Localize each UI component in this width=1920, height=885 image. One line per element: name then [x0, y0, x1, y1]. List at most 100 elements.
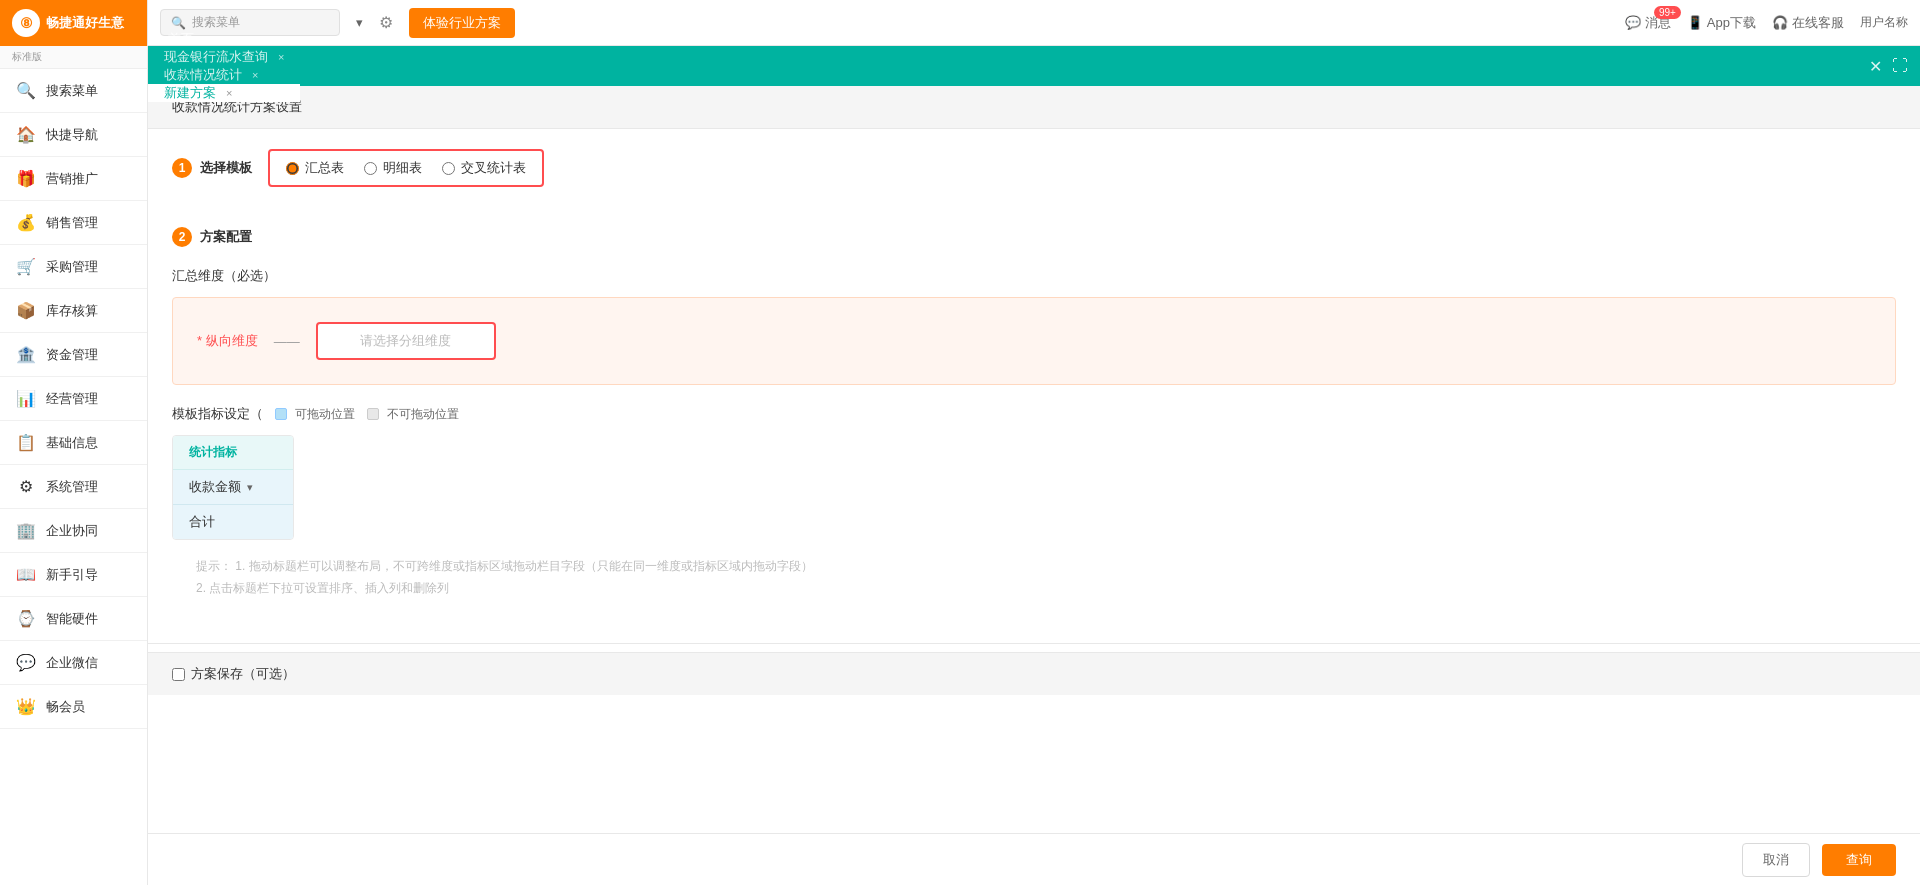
radio-summary-input[interactable] [286, 162, 299, 175]
sidebar-item-quick-nav[interactable]: 🏠快捷导航 [0, 113, 147, 157]
finance-icon: 🏦 [16, 345, 36, 364]
fixed-dot [367, 408, 379, 420]
sidebar-item-guide[interactable]: 📖新手引导 [0, 553, 147, 597]
sidebar-label-wechat: 企业微信 [46, 654, 98, 672]
metrics-item-1[interactable]: 合计 [173, 505, 293, 539]
sidebar-label-member: 畅会员 [46, 698, 85, 716]
radio-summary-label: 汇总表 [305, 159, 344, 177]
topbar-dropdown[interactable]: ▾ [356, 15, 363, 30]
trial-button[interactable]: 体验行业方案 [409, 8, 515, 38]
tab-close-bank[interactable]: × [278, 51, 284, 63]
content-area: 收款情况统计方案设置 1 选择模板 汇总表 [148, 86, 1920, 885]
page-header: 收款情况统计方案设置 [148, 86, 1920, 129]
query-button[interactable]: 查询 [1822, 844, 1896, 876]
close-window-icon[interactable]: ✕ [1869, 57, 1882, 76]
tab-label-collection: 收款情况统计 [164, 66, 242, 84]
step2-row: 2 方案配置 [172, 227, 1896, 247]
metrics-item-label-0: 收款金额 [189, 478, 241, 496]
download-button[interactable]: 📱 App下载 [1687, 14, 1756, 32]
radio-detail-input[interactable] [364, 162, 377, 175]
sales-icon: 💰 [16, 213, 36, 232]
radio-cross-label: 交叉统计表 [461, 159, 526, 177]
tab-home[interactable]: 首页 [148, 30, 300, 48]
sidebar-item-hardware[interactable]: ⌚智能硬件 [0, 597, 147, 641]
dropdown-arrow-icon: ▾ [356, 15, 363, 30]
page-content: 收款情况统计方案设置 1 选择模板 汇总表 [148, 86, 1920, 885]
step2-section: 2 方案配置 汇总维度（必选） 纵向维度 —— 请选择分组维度 [148, 227, 1920, 635]
tab-label-new-plan: 新建方案 [164, 84, 216, 102]
template-selection-box: 汇总表 明细表 交叉统计表 [268, 149, 544, 187]
topbar-right: 💬 消息 99+ 📱 App下载 🎧 在线客服 用户名称 [1625, 14, 1908, 32]
save-checkbox-label[interactable]: 方案保存（可选） [172, 665, 295, 683]
metrics-item-0[interactable]: 收款金额 ▾ [173, 470, 293, 505]
radio-summary[interactable]: 汇总表 [286, 159, 344, 177]
sidebar-item-inventory[interactable]: 📦库存核算 [0, 289, 147, 333]
sidebar-label-search: 搜索菜单 [46, 82, 98, 100]
drag-legend-fixed: 不可拖动位置 [367, 406, 459, 423]
sidebar-item-enterprise[interactable]: 🏢企业协同 [0, 509, 147, 553]
sidebar-item-system[interactable]: ⚙ 系统管理 [0, 465, 147, 509]
system-icon: ⚙ [16, 477, 36, 496]
dimension-select[interactable]: 请选择分组维度 [316, 322, 496, 360]
tab-close-new-plan[interactable]: × [226, 87, 232, 99]
radio-detail-label: 明细表 [383, 159, 422, 177]
tabbar-actions: ✕ ⛶ [1857, 57, 1920, 76]
dimension-area: 纵向维度 —— 请选择分组维度 [172, 297, 1896, 385]
step1-badge: 1 [172, 158, 192, 178]
sidebar-item-sales[interactable]: 💰 销售管理 [0, 201, 147, 245]
logo-text: 畅捷通好生意 [46, 15, 124, 31]
service-label: 在线客服 [1792, 14, 1844, 32]
drag-legend-draggable: 可拖动位置 [275, 406, 355, 423]
service-icon: 🎧 [1772, 15, 1788, 30]
draggable-dot [275, 408, 287, 420]
sidebar-label-system: 系统管理 [46, 478, 98, 496]
purchase-icon: 🛒 [16, 257, 36, 276]
sidebar-item-marketing[interactable]: 🎁 营销推广 [0, 157, 147, 201]
sidebar-item-member[interactable]: 👑 畅会员 [0, 685, 147, 729]
step2-badge: 2 [172, 227, 192, 247]
save-checkbox[interactable] [172, 668, 185, 681]
settings-icon[interactable]: ⚙ [379, 13, 393, 32]
sidebar-item-finance[interactable]: 🏦资金管理 [0, 333, 147, 377]
hints-section: 提示： 1. 拖动标题栏可以调整布局，不可跨维度或指标区域拖动栏目字段（只能在同… [172, 540, 1896, 615]
tab-collection[interactable]: 收款情况统计 × [148, 66, 300, 84]
radio-cross[interactable]: 交叉统计表 [442, 159, 526, 177]
sidebar-label-marketing: 营销推广 [46, 170, 98, 188]
dimension-arrow-icon: —— [274, 334, 300, 349]
metrics-grid-header: 统计指标 [173, 436, 293, 470]
search-icon: 🔍 [16, 81, 36, 100]
tab-new-plan[interactable]: 新建方案 × [148, 84, 300, 102]
sidebar-label-inventory: 库存核算 [46, 302, 98, 320]
dimension-section-title: 汇总维度（必选） [172, 267, 1896, 285]
tab-bank[interactable]: 现金银行流水查询× [148, 48, 300, 66]
maximize-icon[interactable]: ⛶ [1892, 57, 1908, 75]
service-button[interactable]: 🎧 在线客服 [1772, 14, 1844, 32]
metrics-grid: 统计指标 收款金额 ▾ 合计 [172, 435, 294, 540]
download-label: App下载 [1707, 14, 1756, 32]
radio-cross-input[interactable] [442, 162, 455, 175]
action-bar: 取消 查询 [148, 833, 1920, 885]
step1-section: 1 选择模板 汇总表 明细表 [148, 129, 1920, 227]
member-icon: 👑 [16, 697, 36, 716]
row-dimension-label: 纵向维度 [197, 332, 258, 350]
user-info[interactable]: 用户名称 [1860, 14, 1908, 31]
cancel-button[interactable]: 取消 [1742, 843, 1810, 877]
user-label: 用户名称 [1860, 14, 1908, 31]
sidebar-label-sales: 销售管理 [46, 214, 98, 232]
tab-bar: 首页现金银行流水查询×收款情况统计×新建方案× ✕ ⛶ [148, 46, 1920, 86]
save-label: 方案保存（可选） [191, 665, 295, 683]
fixed-label: 不可拖动位置 [387, 406, 459, 423]
sidebar-item-wechat[interactable]: 💬企业微信 [0, 641, 147, 685]
radio-detail[interactable]: 明细表 [364, 159, 422, 177]
sidebar-item-purchase[interactable]: 🛒采购管理 [0, 245, 147, 289]
footer-divider [148, 643, 1920, 644]
marketing-icon: 🎁 [16, 169, 36, 188]
sidebar-item-search[interactable]: 🔍 搜索菜单 [0, 69, 147, 113]
sidebar-item-basic[interactable]: 📋基础信息 [0, 421, 147, 465]
message-button[interactable]: 💬 消息 99+ [1625, 14, 1671, 32]
hint-1: 提示： 1. 拖动标题栏可以调整布局，不可跨维度或指标区域拖动栏目字段（只能在同… [196, 556, 1872, 578]
chevron-down-icon: ▾ [247, 481, 253, 494]
sidebar-item-operations[interactable]: 📊经营管理 [0, 377, 147, 421]
topbar: 🔍 搜索菜单 ▾ ⚙ 体验行业方案 💬 消息 99+ 📱 App下载 🎧 在线客… [148, 0, 1920, 46]
tab-close-collection[interactable]: × [252, 69, 258, 81]
